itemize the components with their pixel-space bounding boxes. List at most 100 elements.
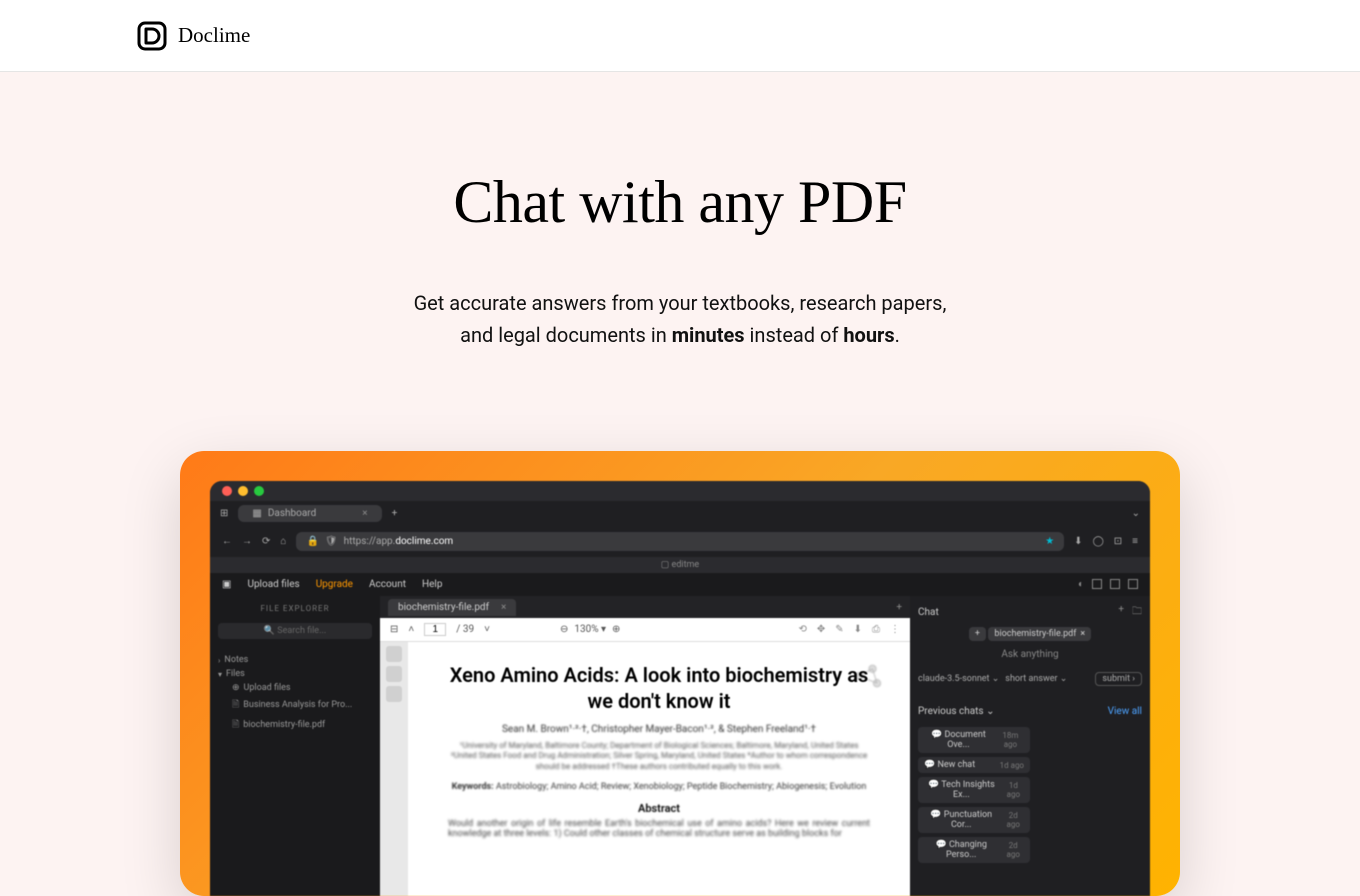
doc-area: Xeno Amino Acids: A look into biochemist…	[380, 642, 910, 896]
prev-chats-label[interactable]: Previous chats ⌄	[918, 706, 994, 717]
nav-upload[interactable]: Upload files	[247, 579, 299, 590]
chat-item[interactable]: 💬 Punctuation Cor...2d ago	[918, 807, 1030, 833]
next-page-icon[interactable]: ˅	[484, 624, 490, 635]
close-icon[interactable]: ×	[501, 602, 506, 613]
chat-context-row: + biochemistry-file.pdf ×	[918, 627, 1142, 641]
browser-urlbar: ← → ⟳ ⌂ 🔒 🛡 https://app.doclime.com ★ ⬇ …	[210, 526, 1150, 557]
doc-title: Xeno Amino Acids: A look into biochemist…	[448, 662, 870, 714]
doc-gutter	[380, 642, 408, 896]
menu-icon[interactable]: ≡	[1132, 536, 1138, 547]
chat-header: Chat + 🗀	[918, 604, 1142, 621]
viewer-toolbar: ⊟ ˄ / 39 ˅ ⊖ 130% ▾ ⊕ ⟲ ✥ ✎	[380, 618, 910, 642]
add-context-icon[interactable]: +	[969, 627, 986, 641]
new-tab-icon[interactable]: +	[392, 508, 398, 519]
traffic-light-min-icon	[238, 486, 248, 496]
layout-icon-2[interactable]	[1110, 579, 1120, 589]
brand-logo[interactable]: Doclime	[136, 20, 250, 52]
nav-upgrade[interactable]: Upgrade	[316, 579, 353, 590]
browser-tabbar: ⊞ ▦ Dashboard × + ⌄	[210, 501, 1150, 526]
chat-input[interactable]: Ask anything	[918, 647, 1142, 666]
reload-icon[interactable]: ⟳	[262, 536, 270, 547]
url-field[interactable]: 🔒 🛡 https://app.doclime.com ★	[296, 532, 1064, 551]
context-file-tag[interactable]: biochemistry-file.pdf ×	[988, 627, 1091, 641]
attachments-icon[interactable]	[386, 686, 402, 702]
browser-tab[interactable]: ▦ Dashboard ×	[238, 505, 381, 522]
download-icon[interactable]: ⬇	[1074, 536, 1082, 547]
brand-name: Doclime	[178, 23, 250, 48]
doc-keywords: Keywords: Astrobiology; Amino Acid; Revi…	[448, 782, 870, 792]
thumbnails-icon[interactable]: ⊟	[390, 624, 398, 635]
add-tab-icon[interactable]: +	[896, 602, 902, 613]
chat-controls: claude-3.5-sonnet ⌄ short answer ⌄ submi…	[918, 672, 1142, 686]
tree-upload[interactable]: ⊕ Upload files	[218, 681, 372, 695]
doclime-logo-icon	[136, 20, 168, 52]
outline-icon[interactable]	[386, 646, 402, 662]
viewer-tab[interactable]: biochemistry-file.pdf ×	[388, 599, 516, 616]
app-workspace: FILE EXPLORER 🔍 Search file... › Notes ▾…	[210, 596, 1150, 896]
zoom-out-icon[interactable]: ⊖	[560, 624, 568, 635]
new-chat-icon[interactable]: +	[1118, 604, 1124, 621]
nav-back-icon[interactable]: ←	[222, 536, 232, 547]
bookmark-bar: ▢ editme	[210, 557, 1150, 573]
chat-title: Chat	[918, 607, 939, 618]
remove-tag-icon[interactable]: ×	[1080, 629, 1085, 639]
home-icon[interactable]: ⌂	[280, 536, 286, 547]
rotate-icon[interactable]: ⟲	[798, 624, 806, 635]
tree-file-2[interactable]: 🗎 biochemistry-file.pdf	[218, 715, 372, 735]
chat-list: 💬 Document Ove...18m ago 💬 New chat1d ag…	[918, 727, 1142, 863]
chat-item[interactable]: 💬 New chat1d ago	[918, 757, 1030, 773]
chat-item[interactable]: 💬 Changing Perso...2d ago	[918, 837, 1030, 863]
nav-help[interactable]: Help	[422, 579, 442, 590]
download-pdf-icon[interactable]: ⬇	[854, 624, 862, 635]
shield-icon: 🛡	[325, 536, 338, 547]
nav-account[interactable]: Account	[369, 579, 406, 590]
account-icon[interactable]: ◯	[1093, 536, 1104, 547]
bookmark-star-icon[interactable]: ★	[1045, 536, 1054, 547]
page-total: / 39	[456, 624, 474, 635]
chat-item[interactable]: 💬 Document Ove...18m ago	[918, 727, 1030, 753]
zoom-level[interactable]: 130% ▾	[574, 624, 606, 635]
abstract-heading: Abstract	[448, 802, 870, 815]
page-input[interactable]	[424, 623, 446, 636]
pan-icon[interactable]: ✥	[817, 624, 825, 635]
mode-select[interactable]: short answer ⌄	[1005, 674, 1067, 684]
previous-chats-header: Previous chats ⌄ View all	[918, 706, 1142, 717]
annotations-icon[interactable]	[386, 666, 402, 682]
tree-notes[interactable]: › Notes	[218, 653, 372, 667]
layout-icon-1[interactable]	[1092, 579, 1102, 589]
chat-panel: Chat + 🗀 + biochemistry-file.pdf × Ask a…	[910, 596, 1150, 896]
nav-forward-icon[interactable]: →	[242, 536, 252, 547]
lock-icon: 🔒	[306, 536, 318, 547]
folder-icon[interactable]: 🗀	[1132, 604, 1142, 621]
tree-file-1[interactable]: 🗎 Business Analysis for Pro...	[218, 695, 372, 715]
submit-button[interactable]: submit ›	[1095, 672, 1142, 686]
site-header: Doclime	[0, 0, 1360, 72]
prev-page-icon[interactable]: ˄	[408, 624, 414, 635]
window-titlebar	[210, 481, 1150, 501]
hero-section: Chat with any PDF Get accurate answers f…	[0, 72, 1360, 896]
app-logo-icon: ▣	[222, 579, 231, 590]
bookmark-item[interactable]: ▢ editme	[661, 560, 699, 570]
doc-affiliations: ¹University of Maryland, Baltimore Count…	[448, 741, 870, 772]
sidebar-search[interactable]: 🔍 Search file...	[218, 623, 372, 639]
chevron-down-icon: ⌄	[1132, 508, 1140, 519]
view-all-link[interactable]: View all	[1108, 706, 1142, 717]
theme-icon[interactable]: ◐	[1078, 579, 1084, 590]
model-select[interactable]: claude-3.5-sonnet ⌄	[918, 674, 999, 684]
more-icon[interactable]: ⋮	[890, 624, 900, 635]
traffic-light-close-icon	[222, 486, 232, 496]
hero-title: Chat with any PDF	[0, 168, 1360, 237]
viewer-tabbar: biochemistry-file.pdf × +	[380, 596, 910, 618]
pdf-viewer: biochemistry-file.pdf × + ⊟ ˄ / 39 ˅ ⊖	[380, 596, 910, 896]
extensions-icon[interactable]: ⊡	[1114, 536, 1122, 547]
zoom-in-icon[interactable]: ⊕	[612, 624, 620, 635]
tree-files[interactable]: ▾ Files	[218, 667, 372, 681]
draw-icon[interactable]: ✎	[835, 624, 843, 635]
browser-mock: ⊞ ▦ Dashboard × + ⌄ ← → ⟳ ⌂ 🔒 🛡 https://…	[210, 481, 1150, 896]
hero-subtitle: Get accurate answers from your textbooks…	[0, 287, 1360, 351]
layout-icon-3[interactable]	[1128, 579, 1138, 589]
doc-authors: Sean M. Brown¹·²·†, Christopher Mayer-Ba…	[448, 724, 870, 735]
print-icon[interactable]: ⎙	[872, 624, 880, 635]
traffic-light-max-icon	[254, 486, 264, 496]
chat-item[interactable]: 💬 Tech Insights Ex...1d ago	[918, 777, 1030, 803]
